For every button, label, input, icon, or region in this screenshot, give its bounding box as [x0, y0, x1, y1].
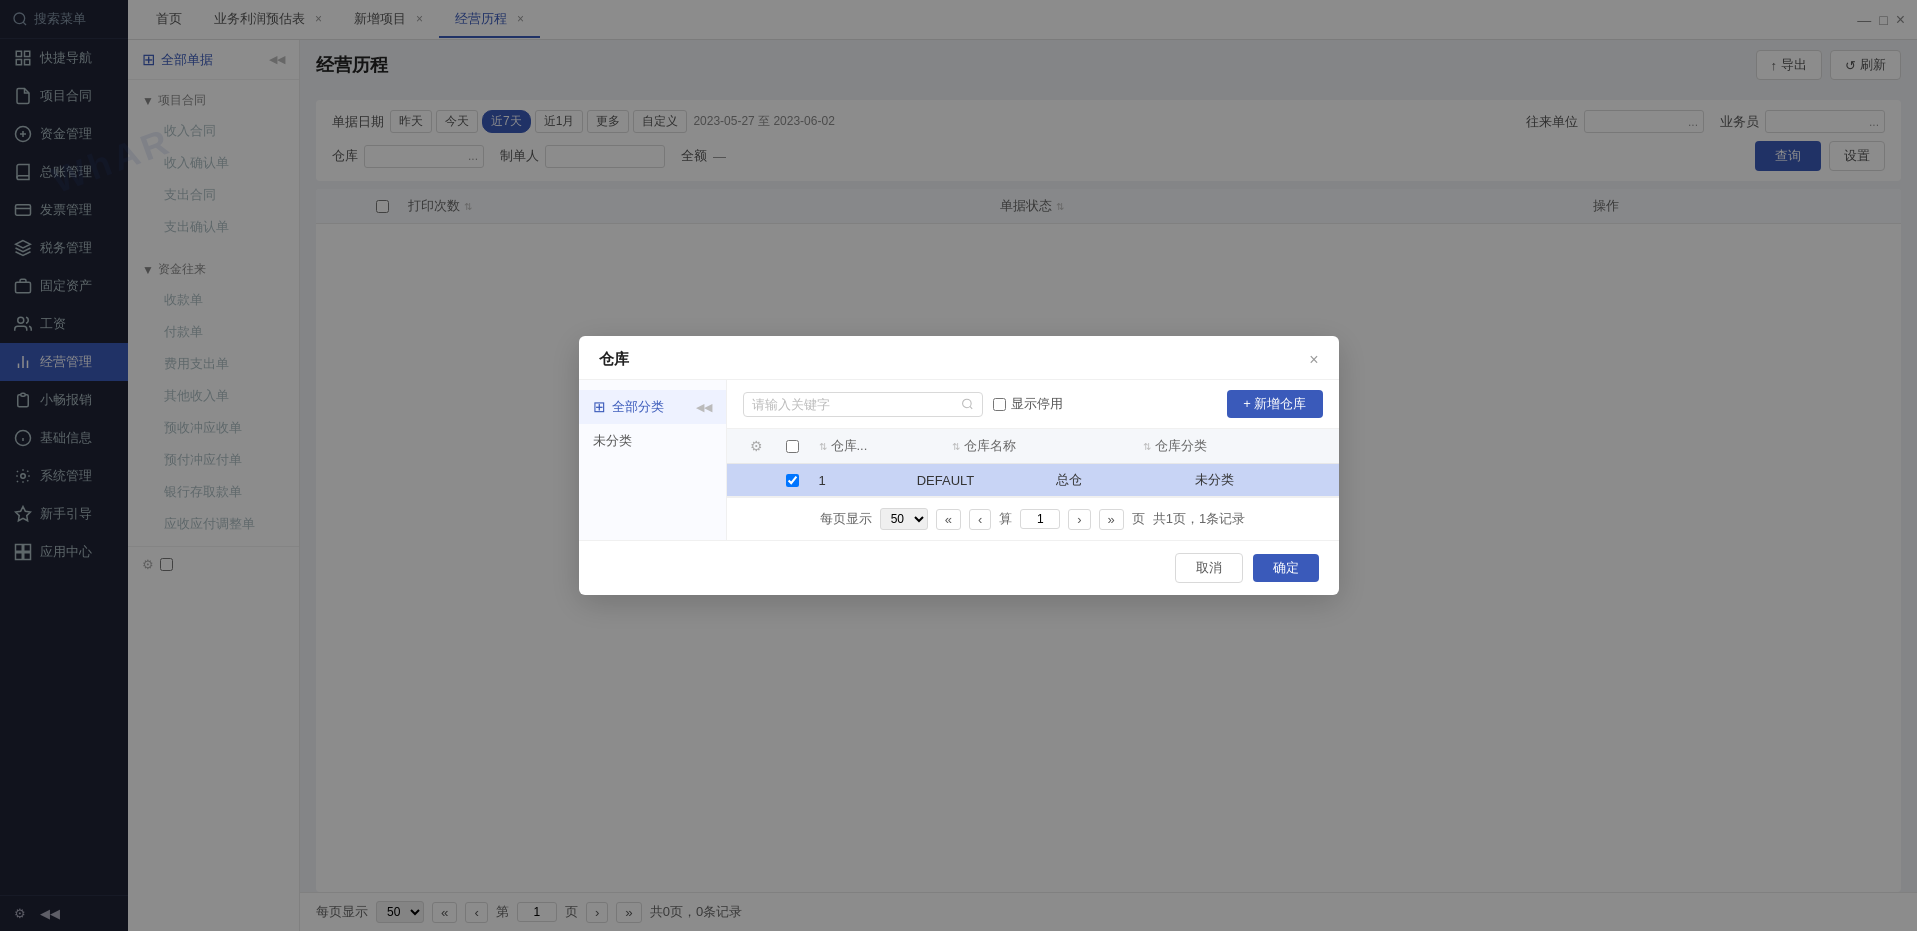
row-category-value: 未分类	[1195, 471, 1234, 489]
dialog-per-page-select[interactable]: 50	[880, 508, 928, 530]
dialog-close-button[interactable]: ×	[1309, 352, 1318, 368]
dialog-per-page-label: 每页显示	[820, 510, 872, 528]
svg-line-27	[970, 406, 972, 408]
row-warehouse-name: 总仓	[1048, 471, 1187, 489]
dialog-col-cat-label: 仓库分类	[1155, 437, 1207, 455]
row-name: DEFAULT	[909, 473, 1048, 488]
row-category: 未分类	[1187, 471, 1326, 489]
dialog-page-suffix: 页	[1132, 510, 1145, 528]
dialog-cancel-button[interactable]: 取消	[1175, 553, 1243, 583]
dialog-col-settings: ⚙	[739, 438, 775, 454]
dialog-prev-btn[interactable]: ‹	[969, 509, 991, 530]
svg-point-26	[962, 399, 971, 408]
dialog-next-btn[interactable]: ›	[1068, 509, 1090, 530]
add-warehouse-label: + 新增仓库	[1243, 395, 1306, 413]
dialog-col-cat: ⇅ 仓库分类	[1135, 437, 1327, 455]
settings-icon: ⚙	[750, 438, 763, 454]
show-disabled-text: 显示停用	[1011, 395, 1063, 413]
dialog-first-btn[interactable]: «	[936, 509, 961, 530]
dialog-body: ⊞ 全部分类 ◀◀ 未分类 显示停用	[579, 380, 1339, 540]
dialog-sidebar: ⊞ 全部分类 ◀◀ 未分类	[579, 380, 727, 540]
dialog-select-all[interactable]	[786, 440, 799, 453]
dialog-sidebar-uncategorized[interactable]: 未分类	[579, 424, 726, 458]
dialog-confirm-button[interactable]: 确定	[1253, 554, 1319, 582]
collapse-dialog-sidebar-icon[interactable]: ◀◀	[696, 401, 712, 414]
show-disabled-label[interactable]: 显示停用	[993, 395, 1063, 413]
dialog-page-input[interactable]	[1020, 509, 1060, 529]
dialog-sidebar-uncategorized-label: 未分类	[593, 432, 632, 450]
dialog-header: 仓库 ×	[579, 336, 1339, 380]
dialog-search-box	[743, 392, 983, 417]
dialog-table: ⚙ ⇅ 仓库... ⇅ 仓库名称	[727, 429, 1339, 497]
dialog-col-check	[775, 440, 811, 453]
dialog-actions: 取消 确定	[579, 540, 1339, 595]
dialog-col-id: ⇅ 仓库...	[811, 437, 944, 455]
row-warehouse-name-value: 总仓	[1056, 471, 1082, 489]
warehouse-dialog: 仓库 × ⊞ 全部分类 ◀◀ 未分类	[579, 336, 1339, 595]
dialog-col-name: ⇅ 仓库名称	[944, 437, 1136, 455]
dialog-table-header: ⚙ ⇅ 仓库... ⇅ 仓库名称	[727, 429, 1339, 464]
grid-icon: ⊞	[593, 398, 606, 416]
dialog-last-btn[interactable]: »	[1099, 509, 1124, 530]
dialog-col-id-label: 仓库...	[831, 437, 868, 455]
dialog-page-label: 算	[999, 510, 1012, 528]
dialog-title: 仓库	[599, 350, 629, 369]
dialog-table-row[interactable]: 1 DEFAULT 总仓 未分类	[727, 464, 1339, 497]
row-id: 1	[811, 473, 909, 488]
row-check	[775, 474, 811, 487]
dialog-content: 显示停用 + 新增仓库 ⚙	[727, 380, 1339, 540]
row-name-code: DEFAULT	[917, 473, 975, 488]
add-warehouse-button[interactable]: + 新增仓库	[1227, 390, 1322, 418]
dialog-sidebar-all-label: 全部分类	[612, 398, 664, 416]
show-disabled-checkbox[interactable]	[993, 398, 1006, 411]
dialog-pagination: 每页显示 50 « ‹ 算 › » 页 共1页，1条记录	[727, 497, 1339, 540]
row-id-value: 1	[819, 473, 826, 488]
dialog-overlay: 仓库 × ⊞ 全部分类 ◀◀ 未分类	[0, 0, 1917, 931]
dialog-sidebar-all[interactable]: ⊞ 全部分类 ◀◀	[579, 390, 726, 424]
dialog-toolbar: 显示停用 + 新增仓库	[727, 380, 1339, 429]
dialog-total: 共1页，1条记录	[1153, 510, 1245, 528]
dialog-search-input[interactable]	[752, 397, 955, 412]
dialog-col-name-label: 仓库名称	[964, 437, 1016, 455]
row-checkbox[interactable]	[786, 474, 799, 487]
search-icon	[961, 397, 974, 411]
